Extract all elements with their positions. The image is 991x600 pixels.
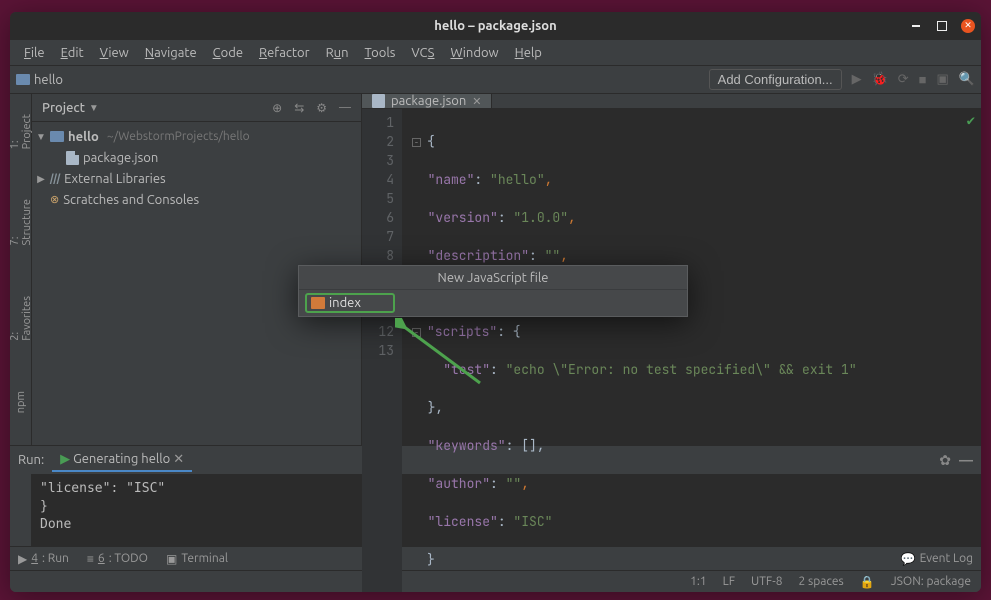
menu-code[interactable]: Code bbox=[207, 44, 249, 62]
new-file-popup: New JavaScript file bbox=[298, 265, 688, 317]
sidetab-structure[interactable]: 7: Structure bbox=[10, 199, 33, 245]
line-gutter: 12345678910111213 bbox=[362, 109, 402, 592]
gear-icon[interactable]: ⚙ bbox=[312, 101, 331, 115]
search-icon[interactable]: 🔍 bbox=[959, 72, 975, 87]
collapse-icon[interactable]: ⇆ bbox=[290, 101, 308, 115]
hide-icon[interactable]: — bbox=[335, 101, 355, 114]
menu-run[interactable]: Run bbox=[320, 44, 355, 62]
run-tab[interactable]: ▶ Generating hello ✕ bbox=[52, 449, 192, 472]
breadcrumb[interactable]: hello bbox=[16, 73, 63, 87]
layout-icon[interactable]: ▣ bbox=[937, 72, 949, 87]
menu-refactor[interactable]: Refactor bbox=[253, 44, 316, 62]
run-label: Run: bbox=[18, 453, 44, 467]
close-tab-icon[interactable]: ✕ bbox=[173, 452, 184, 467]
editor-tabs: package.json ✕ bbox=[362, 94, 981, 109]
tree-file[interactable]: package.json bbox=[32, 147, 361, 168]
locate-icon[interactable]: ⊕ bbox=[268, 101, 286, 115]
debug-icon[interactable]: 🐞 bbox=[872, 72, 888, 87]
titlebar[interactable]: hello – package.json bbox=[10, 12, 981, 40]
breadcrumb-text: hello bbox=[34, 73, 63, 87]
sidetab-project[interactable]: 1: Project bbox=[10, 114, 33, 149]
sidetab-favorites[interactable]: 2: Favorites bbox=[10, 296, 33, 341]
menu-file[interactable]: File bbox=[18, 44, 51, 62]
folder-icon bbox=[16, 74, 30, 85]
coverage-icon[interactable]: ⟳ bbox=[898, 72, 909, 87]
menu-view[interactable]: View bbox=[94, 44, 135, 62]
maximize-button[interactable] bbox=[937, 21, 947, 31]
left-gutter: 1: Project 7: Structure 2: Favorites npm bbox=[10, 94, 32, 445]
popup-title: New JavaScript file bbox=[299, 266, 687, 290]
menu-help[interactable]: Help bbox=[509, 44, 548, 62]
minimize-button[interactable] bbox=[909, 19, 923, 33]
js-file-icon bbox=[311, 297, 325, 309]
tree-scratches[interactable]: ⊗ Scratches and Consoles bbox=[32, 189, 361, 210]
menu-tools[interactable]: Tools bbox=[359, 44, 402, 62]
project-pane-header: Project ▼ ⊕ ⇆ ⚙ — bbox=[32, 94, 361, 122]
window-title: hello – package.json bbox=[10, 19, 981, 33]
menu-edit[interactable]: Edit bbox=[55, 44, 90, 62]
project-pane-title[interactable]: Project bbox=[42, 101, 85, 115]
file-icon bbox=[372, 94, 385, 108]
add-configuration-button[interactable]: Add Configuration... bbox=[709, 69, 842, 90]
analysis-ok-icon[interactable]: ✔ bbox=[967, 112, 975, 130]
popup-input-wrap bbox=[305, 293, 395, 313]
close-button[interactable] bbox=[961, 19, 975, 33]
navbar: hello Add Configuration... ▶ 🐞 ⟳ ■ ▣ 🔍 bbox=[10, 66, 981, 94]
run-icon[interactable]: ▶ bbox=[852, 72, 862, 87]
tool-terminal[interactable]: ▣ Terminal bbox=[166, 552, 228, 566]
stop-icon[interactable]: ■ bbox=[919, 72, 927, 87]
run-toolbar: ▶ 🐞 ⟳ ■ ▣ 🔍 bbox=[852, 72, 975, 87]
menu-window[interactable]: Window bbox=[444, 44, 504, 62]
play-icon: ▶ bbox=[60, 452, 70, 467]
file-icon bbox=[66, 151, 79, 165]
tree-ext-lib[interactable]: ▶||| External Libraries bbox=[32, 168, 361, 189]
chevron-down-icon[interactable]: ▼ bbox=[89, 102, 99, 114]
folder-icon bbox=[50, 131, 64, 142]
scratches-icon: ⊗ bbox=[50, 193, 59, 206]
filename-input[interactable] bbox=[329, 296, 389, 310]
close-tab-icon[interactable]: ✕ bbox=[472, 95, 481, 108]
menu-navigate[interactable]: Navigate bbox=[139, 44, 203, 62]
menu-vcs[interactable]: VCS bbox=[405, 44, 440, 62]
editor-body[interactable]: 12345678910111213 −{ "name": "hello", "v… bbox=[362, 109, 981, 592]
project-tree: ▼ hello ~/WebstormProjects/hello package… bbox=[32, 122, 361, 214]
sidetab-npm[interactable]: npm bbox=[15, 391, 27, 413]
tool-run[interactable]: ▶ 4: Run bbox=[18, 552, 69, 566]
code-area[interactable]: −{ "name": "hello", "version": "1.0.0", … bbox=[402, 109, 981, 592]
tree-root[interactable]: ▼ hello ~/WebstormProjects/hello bbox=[32, 126, 361, 147]
tool-todo[interactable]: ≡ 6: TODO bbox=[87, 552, 148, 566]
tab-package-json[interactable]: package.json ✕ bbox=[362, 94, 492, 108]
library-icon: ||| bbox=[50, 173, 60, 185]
menubar: File Edit View Navigate Code Refactor Ru… bbox=[10, 40, 981, 66]
